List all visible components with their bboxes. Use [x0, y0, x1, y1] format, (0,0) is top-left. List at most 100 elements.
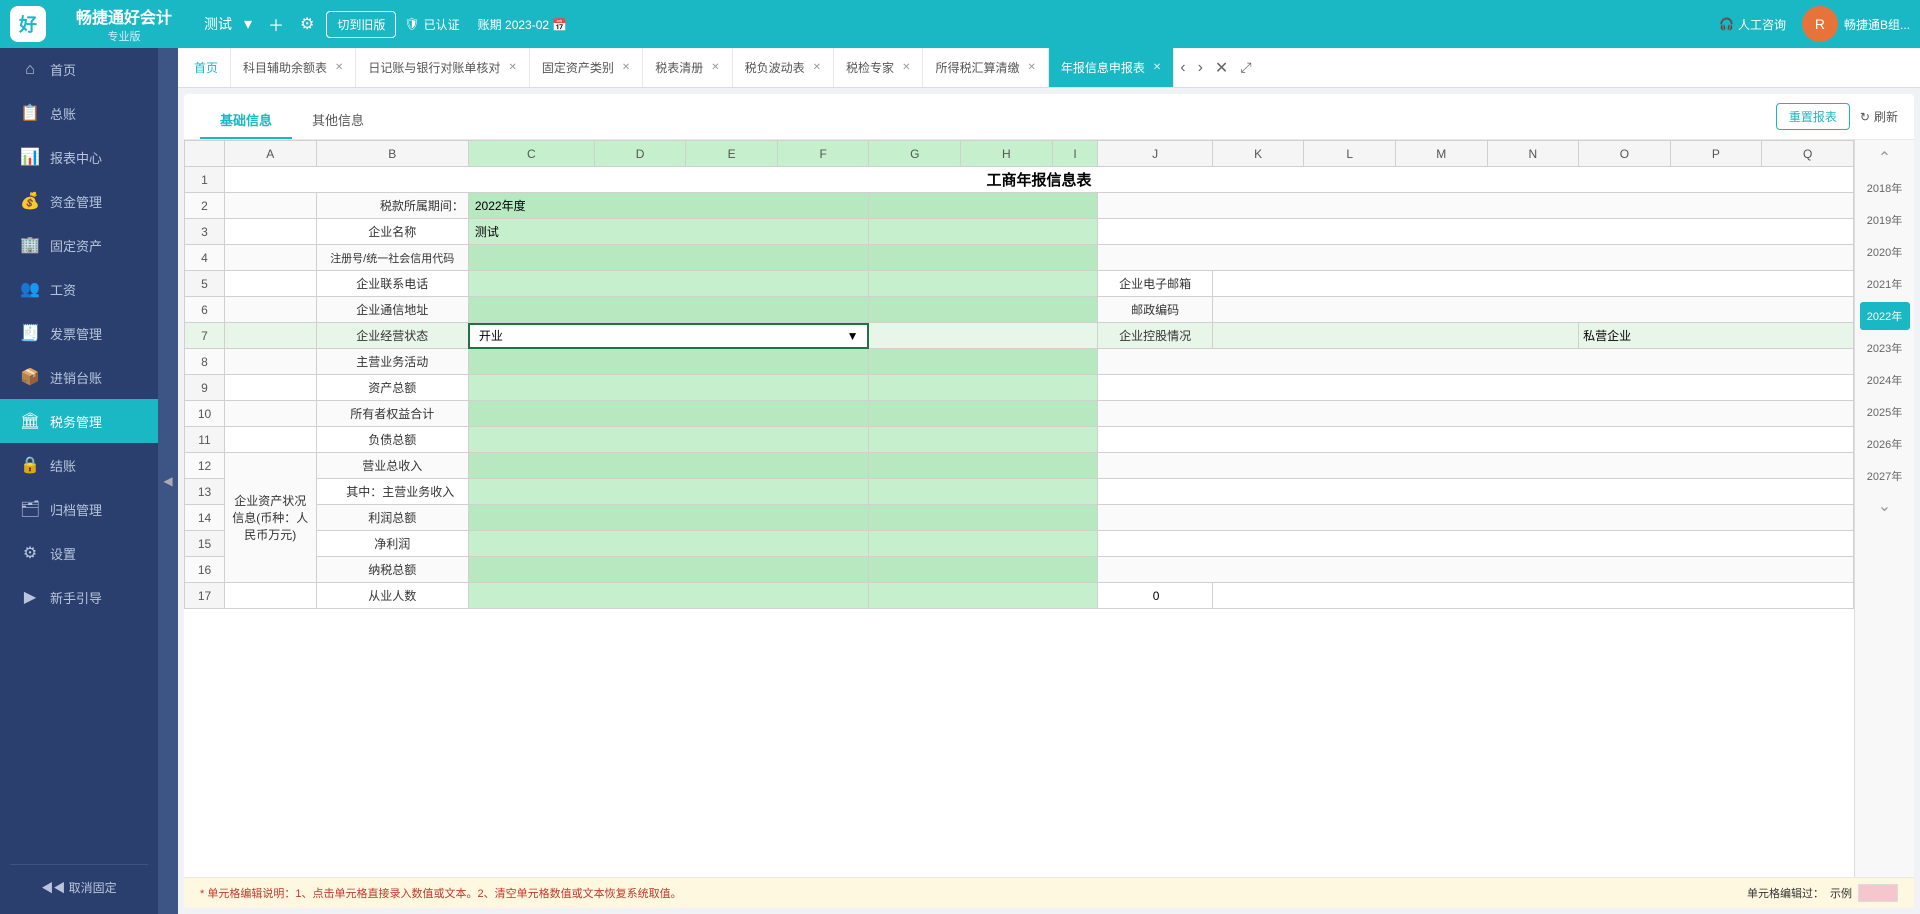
cell-6k[interactable]: [1212, 297, 1853, 323]
cell-4c[interactable]: [468, 245, 869, 271]
col-header-f[interactable]: F: [777, 141, 869, 167]
sidebar-item-close[interactable]: 🔒 结账: [0, 443, 158, 487]
cell-8c[interactable]: [468, 349, 869, 375]
cell-12a[interactable]: 企业资产状况信息(币种：人民币万元): [225, 453, 317, 583]
tab-annual-report[interactable]: 年报信息申报表 ✕: [1049, 48, 1174, 88]
tab-close-tax-table[interactable]: ✕: [711, 62, 719, 73]
year-item-2025[interactable]: 2025年: [1860, 398, 1910, 426]
cell-2fg[interactable]: [869, 193, 1098, 219]
year-item-2024[interactable]: 2024年: [1860, 366, 1910, 394]
cell-2rest[interactable]: [1098, 193, 1854, 219]
sidebar-item-fund[interactable]: 💰 资金管理: [0, 179, 158, 223]
cell-7j[interactable]: 企业控股情况: [1098, 323, 1212, 349]
spreadsheet-table-container[interactable]: A B C D E F G H I J: [184, 140, 1854, 877]
cell-13rest[interactable]: [1098, 479, 1854, 505]
year-item-2027[interactable]: 2027年: [1860, 462, 1910, 490]
cell-10c[interactable]: [468, 401, 869, 427]
cell-8b[interactable]: 主营业务活动: [316, 349, 468, 375]
col-header-m[interactable]: M: [1395, 141, 1487, 167]
cell-3b[interactable]: 企业名称: [316, 219, 468, 245]
sidebar-item-salary[interactable]: 👥 工资: [0, 267, 158, 311]
col-header-a[interactable]: A: [225, 141, 317, 167]
cell-17rest[interactable]: [1212, 583, 1853, 609]
cell-5c[interactable]: [468, 271, 869, 297]
cell-16rest[interactable]: [1098, 557, 1854, 583]
cell-6j[interactable]: 邮政编码: [1098, 297, 1212, 323]
tab-expand-button[interactable]: ⤢: [1234, 59, 1257, 76]
cell-3a[interactable]: [225, 219, 317, 245]
year-item-2020[interactable]: 2020年: [1860, 238, 1910, 266]
spreadsheet-main[interactable]: A B C D E F G H I J: [184, 140, 1854, 877]
cell-2c[interactable]: 2022年度: [468, 193, 869, 219]
cell-8rest[interactable]: [1098, 349, 1854, 375]
cell-7a[interactable]: [225, 323, 317, 349]
cell-10rest[interactable]: [1098, 401, 1854, 427]
cell-5a[interactable]: [225, 271, 317, 297]
cell-5b[interactable]: 企业联系电话: [316, 271, 468, 297]
cell-2a[interactable]: [225, 193, 317, 219]
tab-tax-table[interactable]: 税表清册 ✕: [643, 48, 732, 88]
cell-15c[interactable]: [468, 531, 869, 557]
col-header-n[interactable]: N: [1487, 141, 1579, 167]
cell-3c[interactable]: 测试: [468, 219, 869, 245]
cell-8fg[interactable]: [869, 349, 1098, 375]
tab-close-fixed-asset-type[interactable]: ✕: [622, 62, 630, 73]
cell-14rest[interactable]: [1098, 505, 1854, 531]
cell-6fg[interactable]: [869, 297, 1098, 323]
year-item-2026[interactable]: 2026年: [1860, 430, 1910, 458]
cell-9b[interactable]: 资产总额: [316, 375, 468, 401]
cell-6a[interactable]: [225, 297, 317, 323]
cell-11c[interactable]: [468, 427, 869, 453]
cell-2b[interactable]: 税款所属期间：: [316, 193, 468, 219]
cell-14b[interactable]: 利润总额: [316, 505, 468, 531]
year-item-2022[interactable]: 2022年: [1860, 302, 1910, 330]
tab-tax-wave[interactable]: 税负波动表 ✕: [733, 48, 834, 88]
year-item-2019[interactable]: 2019年: [1860, 206, 1910, 234]
cell-16c[interactable]: [468, 557, 869, 583]
cell-11rest[interactable]: [1098, 427, 1854, 453]
tab-close-annual-report[interactable]: ✕: [1153, 62, 1161, 73]
cell-11b[interactable]: 负债总额: [316, 427, 468, 453]
cell-10fg[interactable]: [869, 401, 1098, 427]
settings-icon[interactable]: ⚙: [296, 10, 318, 38]
cell-12c[interactable]: [468, 453, 869, 479]
cell-11fg[interactable]: [869, 427, 1098, 453]
cell-5j[interactable]: 企业电子邮箱: [1098, 271, 1212, 297]
col-header-b[interactable]: B: [316, 141, 468, 167]
sidebar-item-archive[interactable]: 🗂 归档管理: [0, 487, 158, 531]
cell-10a[interactable]: [225, 401, 317, 427]
sidebar-item-settings[interactable]: ⚙ 设置: [0, 531, 158, 575]
tab-close-income-tax[interactable]: ✕: [1027, 62, 1035, 73]
tab-close-all-button[interactable]: ✕: [1209, 58, 1234, 78]
switch-version-button[interactable]: 切到旧版: [326, 11, 396, 38]
cell-6b[interactable]: 企业通信地址: [316, 297, 468, 323]
cell-13fg[interactable]: [869, 479, 1098, 505]
support-button[interactable]: 🎧 人工咨询: [1719, 16, 1786, 33]
cell-12fg[interactable]: [869, 453, 1098, 479]
refresh-button[interactable]: ↻ 刷新: [1860, 108, 1898, 125]
col-header-o[interactable]: O: [1579, 141, 1671, 167]
col-header-c[interactable]: C: [468, 141, 594, 167]
year-nav-up-button[interactable]: ⌃: [1874, 144, 1895, 172]
tab-aux[interactable]: 科目辅助余额表 ✕: [231, 48, 356, 88]
tab-income-tax[interactable]: 所得税汇算清缴 ✕: [923, 48, 1048, 88]
cell-17j[interactable]: 0: [1098, 583, 1212, 609]
tab-close-journal[interactable]: ✕: [508, 62, 516, 73]
sheet-title[interactable]: 工商年报信息表: [225, 167, 1854, 193]
col-header-k[interactable]: K: [1212, 141, 1304, 167]
col-header-g[interactable]: G: [869, 141, 961, 167]
cell-12b[interactable]: 营业总收入: [316, 453, 468, 479]
cell-12rest[interactable]: [1098, 453, 1854, 479]
tab-close-aux[interactable]: ✕: [335, 62, 343, 73]
cell-13b[interactable]: 其中：主营业务收入: [316, 479, 468, 505]
sub-tab-other[interactable]: 其他信息: [292, 102, 384, 139]
cell-15rest[interactable]: [1098, 531, 1854, 557]
cell-16b[interactable]: 纳税总额: [316, 557, 468, 583]
cell-13c[interactable]: [468, 479, 869, 505]
sidebar-item-ledger[interactable]: 📋 总账: [0, 91, 158, 135]
cell-17fg[interactable]: [869, 583, 1098, 609]
cell-7c-dropdown[interactable]: 开业 ▼: [468, 323, 869, 349]
cell-6c[interactable]: [468, 297, 869, 323]
sidebar-item-purchase-sale[interactable]: 📦 进销台账: [0, 355, 158, 399]
cell-9a[interactable]: [225, 375, 317, 401]
